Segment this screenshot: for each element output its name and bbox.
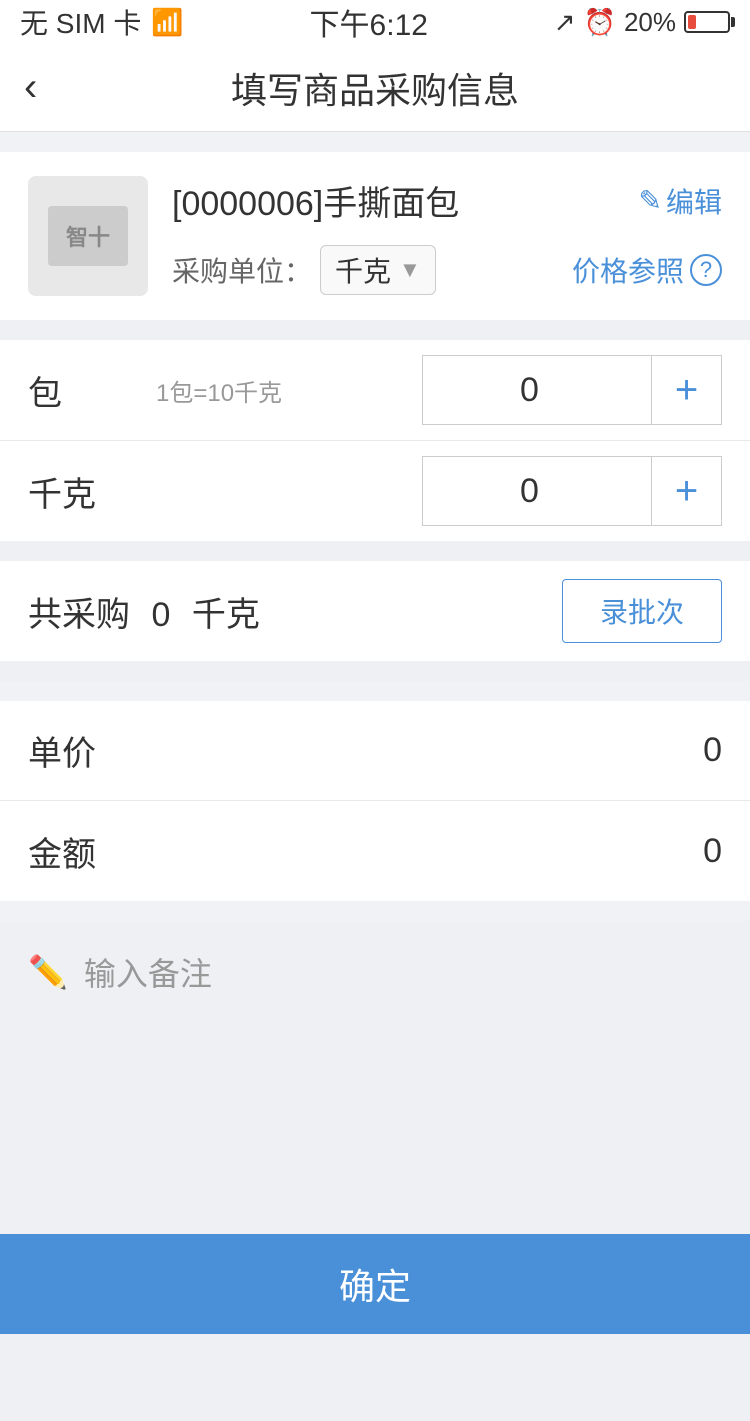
product-name-row: [0000006]手撕面包 ✎ 编辑 xyxy=(172,176,722,225)
product-logo: 智十 xyxy=(48,206,128,266)
amount-row: 金额 0 xyxy=(0,801,750,901)
kg-label: 千克 xyxy=(28,467,148,516)
amount-value: 0 xyxy=(703,832,722,871)
notes-section[interactable]: ✏️ 输入备注 xyxy=(0,921,750,1121)
bag-sublabel: 1包=10千克 xyxy=(156,373,282,408)
bag-quantity-input[interactable] xyxy=(422,355,652,425)
summary-row: 共采购 0 千克 录批次 xyxy=(0,561,750,661)
section-divider-3 xyxy=(0,661,750,681)
bag-label: 包 xyxy=(28,366,148,415)
summary-text: 共采购 0 千克 xyxy=(28,587,260,636)
product-card: 智十 [0000006]手撕面包 ✎ 编辑 采购单位： 千克 ▼ 价格参照 ? xyxy=(0,152,750,320)
unit-price-label: 单价 xyxy=(28,726,96,775)
status-bar: 无 SIM 卡 📶 下午6:12 ↗ ⏰ 20% xyxy=(0,0,750,44)
wifi-icon: 📶 xyxy=(151,7,183,38)
unit-label: 采购单位： xyxy=(172,250,312,290)
edit-button[interactable]: ✎ 编辑 xyxy=(639,181,722,221)
price-ref-label: 价格参照 xyxy=(572,250,684,290)
logo-text: 智十 xyxy=(66,220,110,252)
dropdown-icon: ▼ xyxy=(399,257,421,283)
product-info: [0000006]手撕面包 ✎ 编辑 采购单位： 千克 ▼ 价格参照 ? xyxy=(172,176,722,295)
no-sim-label: 无 SIM 卡 xyxy=(20,2,141,42)
notes-placeholder: 输入备注 xyxy=(84,949,212,995)
help-icon: ? xyxy=(690,254,722,286)
pencil-icon: ✏️ xyxy=(28,953,68,991)
bag-input-row: 包 1包=10千克 + xyxy=(0,340,750,440)
edit-label: 编辑 xyxy=(666,181,722,221)
section-divider-2 xyxy=(0,541,750,561)
price-section: 单价 0 金额 0 xyxy=(0,701,750,901)
status-time: 下午6:12 xyxy=(310,0,428,44)
edit-icon: ✎ xyxy=(639,184,662,217)
price-reference-button[interactable]: 价格参照 ? xyxy=(572,250,722,290)
status-left: 无 SIM 卡 📶 xyxy=(20,2,184,42)
section-divider-1 xyxy=(0,320,750,340)
bag-input-right: + xyxy=(422,355,722,425)
bag-plus-button[interactable]: + xyxy=(652,355,722,425)
nav-bar: ‹ 填写商品采购信息 xyxy=(0,44,750,132)
alarm-icon: ⏰ xyxy=(584,7,616,38)
location-icon: ↗ xyxy=(554,7,576,38)
amount-label: 金额 xyxy=(28,827,96,876)
product-name: [0000006]手撕面包 xyxy=(172,176,459,225)
record-batch-button[interactable]: 录批次 xyxy=(562,579,722,643)
unit-selector[interactable]: 千克 ▼ xyxy=(320,245,436,295)
kg-plus-button[interactable]: + xyxy=(652,456,722,526)
unit-price-row: 单价 0 xyxy=(0,701,750,801)
page-title: 填写商品采购信息 xyxy=(231,62,519,114)
kg-input-right: + xyxy=(422,456,722,526)
status-right: ↗ ⏰ 20% xyxy=(554,7,730,38)
kg-quantity-input[interactable] xyxy=(422,456,652,526)
summary-quantity: 0 xyxy=(151,596,170,634)
unit-price-value: 0 xyxy=(703,731,722,770)
unit-row: 采购单位： 千克 ▼ 价格参照 ? xyxy=(172,245,722,295)
product-image: 智十 xyxy=(28,176,148,296)
bag-input-section: 包 1包=10千克 + xyxy=(0,340,750,440)
confirm-label: 确定 xyxy=(339,1258,411,1310)
summary-prefix: 共采购 xyxy=(28,596,130,634)
battery-icon xyxy=(684,11,730,33)
kg-input-row: 千克 + xyxy=(0,441,750,541)
kg-input-section: 千克 + xyxy=(0,441,750,541)
summary-unit: 千克 xyxy=(192,596,260,634)
unit-value: 千克 xyxy=(335,250,391,290)
back-button[interactable]: ‹ xyxy=(24,65,37,110)
battery-label: 20% xyxy=(624,7,676,38)
confirm-button[interactable]: 确定 xyxy=(0,1234,750,1334)
record-batch-label: 录批次 xyxy=(600,591,684,631)
